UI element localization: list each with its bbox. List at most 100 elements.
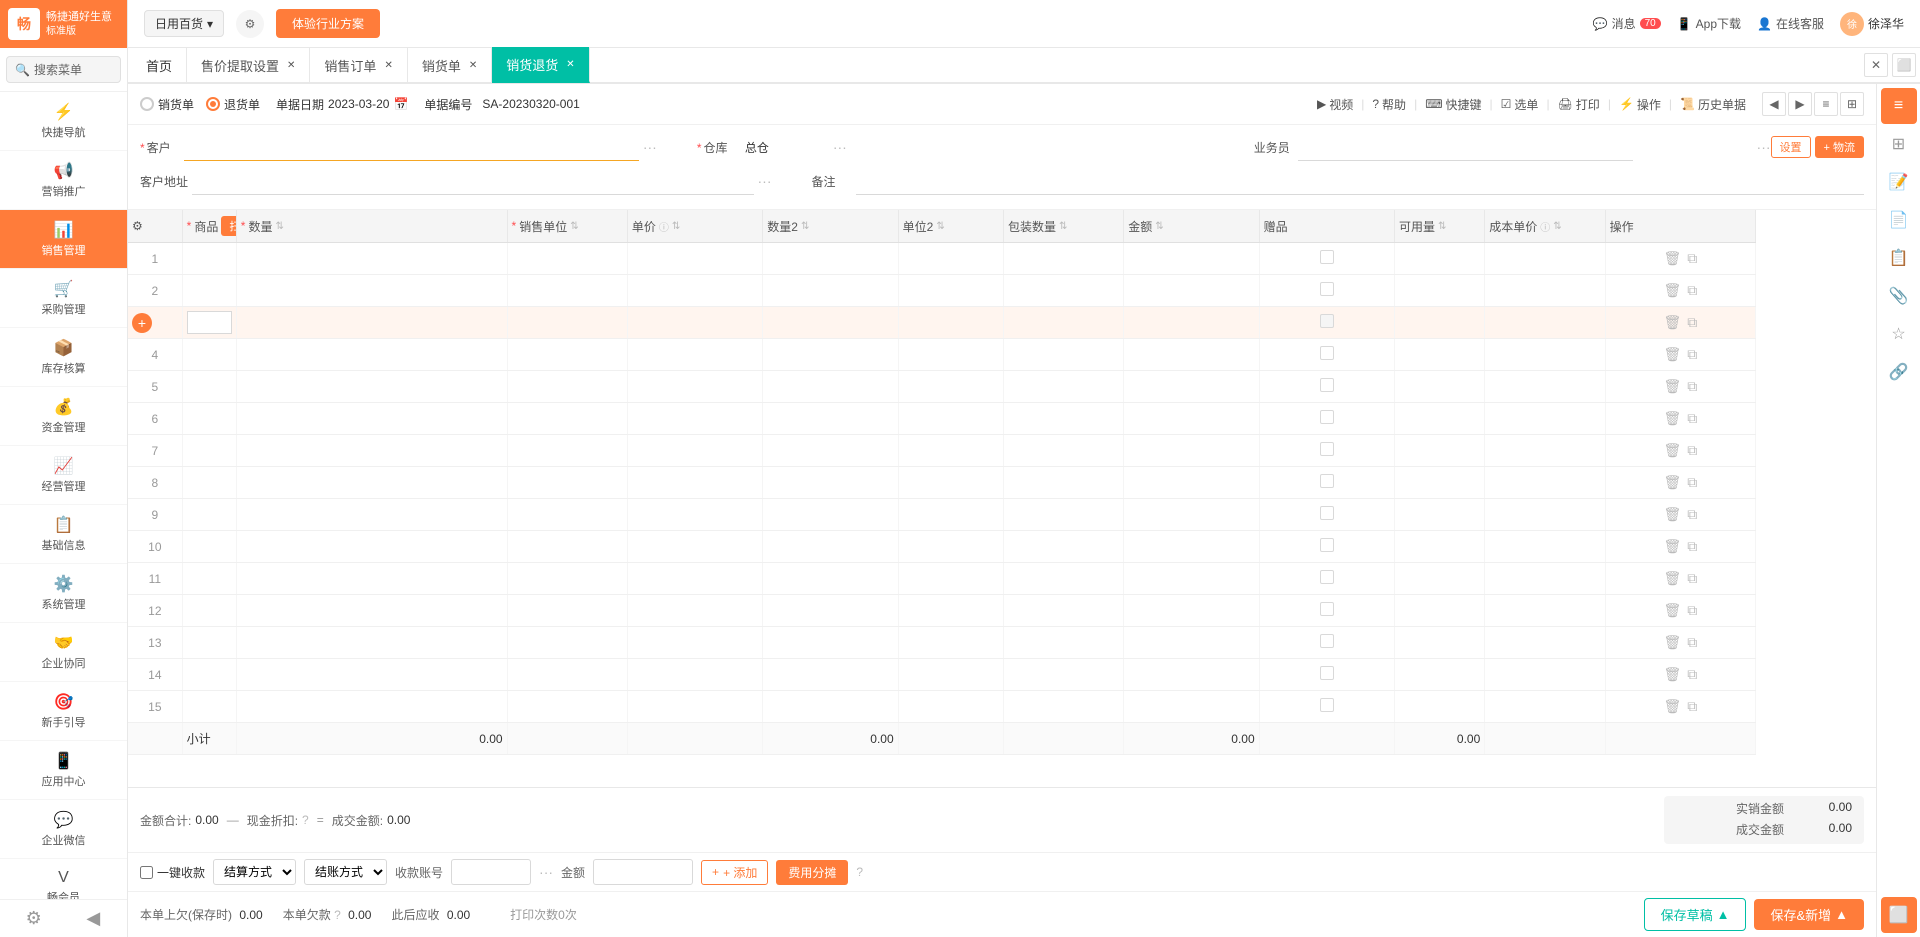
radio-return[interactable]: 退货单 (206, 96, 260, 113)
table-view-button[interactable]: ≡ (1814, 92, 1838, 116)
daily-select-dropdown[interactable]: 日用百货 ▾ (144, 10, 224, 37)
delete-icon-14[interactable]: 🗑 (1663, 666, 1681, 683)
tab-close-sales-return[interactable]: ✕ (566, 59, 574, 70)
copy-icon-7[interactable]: ⧉ (1687, 442, 1697, 459)
delete-icon-15[interactable]: 🗑 (1663, 698, 1681, 715)
price-sort-icon[interactable]: ⇅ (672, 221, 680, 232)
account-dots-button[interactable]: ··· (539, 864, 553, 880)
sidebar-item-member[interactable]: V 畅会员 (0, 859, 127, 899)
online-service-button[interactable]: 👤 在线客服 (1757, 15, 1824, 32)
sidebar-item-marketing[interactable]: 📢 营销推广 (0, 151, 127, 210)
warehouse-dots-button[interactable]: ··· (833, 139, 847, 155)
print-btn[interactable]: 🖨 打印 (1558, 96, 1600, 113)
gift-checkbox-2[interactable] (1320, 282, 1334, 296)
gift-checkbox-7[interactable] (1320, 442, 1334, 456)
settings-button[interactable]: 设置 (1771, 136, 1811, 158)
calendar-icon[interactable]: 📅 (393, 97, 408, 111)
history-btn[interactable]: 📜 历史单据 (1680, 96, 1746, 113)
qty-sort-icon[interactable]: ⇅ (275, 221, 283, 232)
tab-price-settings[interactable]: 售价提取设置 ✕ (187, 47, 310, 83)
add-row-button[interactable]: + (132, 313, 152, 333)
gift-checkbox-12[interactable] (1320, 602, 1334, 616)
logistics-button[interactable]: + 物流 (1815, 136, 1864, 158)
amount-sort-icon[interactable]: ⇅ (1155, 221, 1163, 232)
remark-input[interactable] (856, 167, 1865, 195)
right-panel-table-view[interactable]: ≡ (1881, 88, 1917, 124)
unit-sort-icon[interactable]: ⇅ (570, 221, 578, 232)
delete-icon-10[interactable]: 🗑 (1663, 538, 1681, 555)
header-gear-button[interactable]: ⚙ (236, 10, 264, 38)
one-click-checkbox-input[interactable] (140, 866, 153, 879)
tab-home[interactable]: 首页 (132, 47, 187, 83)
copy-icon-10[interactable]: ⧉ (1687, 538, 1697, 555)
tab-close-all-button[interactable]: ✕ (1864, 53, 1888, 77)
search-menu-button[interactable]: 🔍 搜索菜单 (6, 56, 121, 83)
gift-checkbox-15[interactable] (1320, 698, 1334, 712)
staff-dots-button[interactable]: ··· (1757, 139, 1771, 155)
qty2-sort-icon[interactable]: ⇅ (801, 221, 809, 232)
write-method-select[interactable]: 结账方式 (304, 859, 387, 885)
tab-close-sales-order[interactable]: ✕ (384, 60, 392, 71)
unit2-sort-icon[interactable]: ⇅ (936, 221, 944, 232)
tab-sales-return[interactable]: 销货退货 ✕ (492, 47, 589, 83)
product-cell-3[interactable] (182, 307, 236, 339)
right-panel-bottom-active[interactable]: ⬜ (1881, 897, 1917, 933)
tab-maximize-button[interactable]: ⬜ (1892, 53, 1916, 77)
app-download-button[interactable]: 📱 App下载 (1677, 15, 1741, 32)
sidebar-collapse-button[interactable]: ◀ (68, 908, 120, 929)
gift-checkbox-8[interactable] (1320, 474, 1334, 488)
gift-checkbox-14[interactable] (1320, 666, 1334, 680)
right-panel-attach[interactable]: 📎 (1881, 278, 1917, 314)
copy-icon-4[interactable]: ⧉ (1687, 346, 1697, 363)
delete-icon-3[interactable]: 🗑 (1663, 314, 1681, 331)
sidebar-item-finance[interactable]: 💰 资金管理 (0, 387, 127, 446)
help-btn[interactable]: ? 帮助 (1372, 96, 1406, 113)
avail-sort-icon[interactable]: ⇅ (1438, 221, 1446, 232)
delete-icon-12[interactable]: 🗑 (1663, 602, 1681, 619)
one-click-payment-checkbox[interactable]: 一键收款 (140, 864, 205, 881)
copy-icon-6[interactable]: ⧉ (1687, 410, 1697, 427)
card-view-button[interactable]: ⊞ (1840, 92, 1864, 116)
copy-icon-3[interactable]: ⧉ (1687, 314, 1697, 331)
gift-checkbox-6[interactable] (1320, 410, 1334, 424)
save-new-button[interactable]: 保存&新增 ▲ (1754, 899, 1864, 930)
gear-settings-icon[interactable]: ⚙ (132, 219, 143, 233)
message-button[interactable]: 💬 消息 70 (1593, 15, 1661, 32)
copy-icon-9[interactable]: ⧉ (1687, 506, 1697, 523)
sidebar-item-purchase[interactable]: 🛒 采购管理 (0, 269, 127, 328)
pack-sort-icon[interactable]: ⇅ (1059, 221, 1067, 232)
sidebar-item-newbie[interactable]: 🎯 新手引导 (0, 682, 127, 741)
gift-checkbox-3[interactable] (1320, 314, 1334, 328)
copy-icon-14[interactable]: ⧉ (1687, 666, 1697, 683)
sidebar-item-basic-info[interactable]: 📋 基础信息 (0, 505, 127, 564)
delete-icon-8[interactable]: 🗑 (1663, 474, 1681, 491)
address-dots-button[interactable]: ··· (758, 173, 772, 189)
save-draft-button[interactable]: 保存草稿 ▲ (1644, 898, 1747, 931)
gift-checkbox-10[interactable] (1320, 538, 1334, 552)
delete-icon-1[interactable]: 🗑 (1663, 250, 1681, 267)
copy-icon-12[interactable]: ⧉ (1687, 602, 1697, 619)
right-panel-link[interactable]: 🔗 (1881, 354, 1917, 390)
tab-sales-shipment[interactable]: 销货单 ✕ (408, 47, 492, 83)
delete-icon-7[interactable]: 🗑 (1663, 442, 1681, 459)
add-payment-button[interactable]: + + 添加 (701, 860, 768, 885)
sidebar-item-sys-mgmt[interactable]: ⚙️ 系统管理 (0, 564, 127, 623)
product-input-3[interactable] (187, 311, 232, 334)
account-input[interactable] (451, 859, 531, 885)
gift-checkbox-11[interactable] (1320, 570, 1334, 584)
customer-input[interactable] (184, 133, 639, 161)
delete-icon-4[interactable]: 🗑 (1663, 346, 1681, 363)
experience-button[interactable]: 体验行业方案 (276, 9, 380, 38)
sidebar-item-sales-mgmt[interactable]: 📊 销售管理 (0, 210, 127, 269)
select-btn[interactable]: ☑ 选单 (1501, 96, 1539, 113)
right-panel-note3[interactable]: 📋 (1881, 240, 1917, 276)
customer-dots-button[interactable]: ··· (643, 139, 657, 155)
copy-icon-5[interactable]: ⧉ (1687, 378, 1697, 395)
sidebar-item-quick-nav[interactable]: ⚡ 快捷导航 (0, 92, 127, 151)
prev-record-button[interactable]: ◀ (1762, 92, 1786, 116)
sidebar-settings-button[interactable]: ⚙ (8, 908, 60, 929)
scan-btn[interactable]: 扫码录入 (221, 216, 236, 236)
address-input[interactable] (192, 167, 753, 195)
tab-sales-order[interactable]: 销售订单 ✕ (310, 47, 407, 83)
tab-close-price-settings[interactable]: ✕ (287, 60, 295, 71)
